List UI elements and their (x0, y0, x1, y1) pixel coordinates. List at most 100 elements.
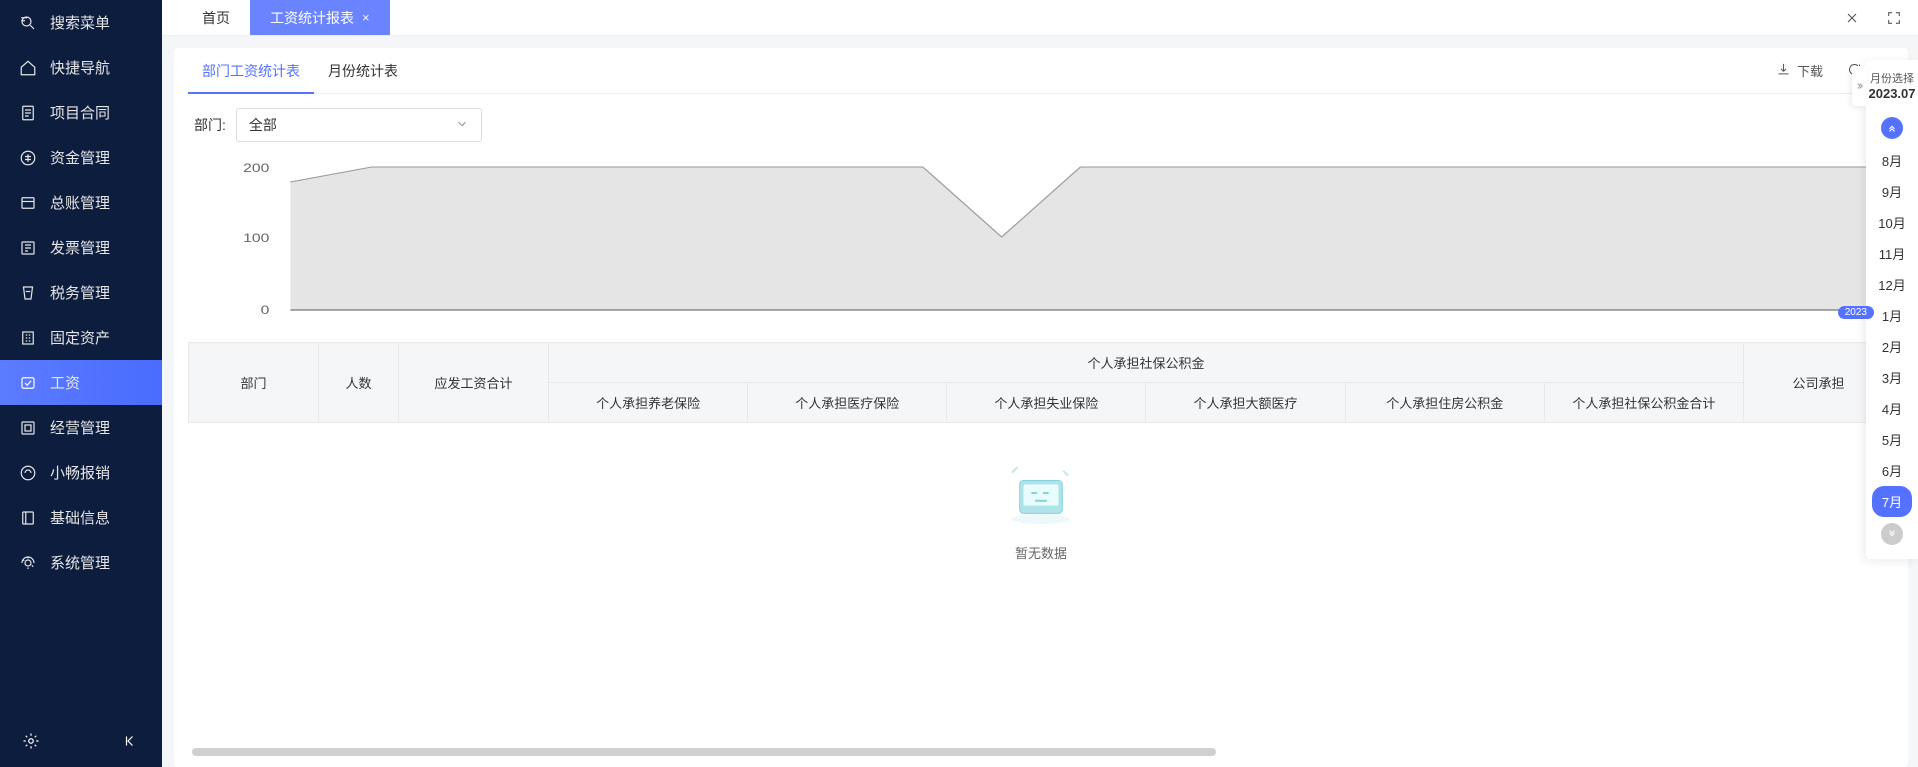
money-icon (16, 149, 40, 167)
download-button[interactable]: 下载 (1776, 61, 1823, 80)
building-icon (16, 329, 40, 347)
sidebar-item-reimburse[interactable]: 小畅报销 (0, 450, 162, 495)
tabs-bar: 首页 工资统计报表 × (162, 0, 1918, 36)
sidebar: 搜索菜单 快捷导航 项目合同 资金管理 总账管理 发票管理 税务管理 固定资产 (0, 0, 162, 767)
month-selector-panel: 月份选择 2023.07 8月9月10月11月12月1月20232月3月4月5月… (1866, 60, 1918, 559)
sidebar-item-salary[interactable]: 工资 (0, 360, 162, 405)
col-count: 人数 (319, 343, 399, 423)
col-pension: 个人承担养老保险 (549, 383, 748, 423)
fullscreen-button[interactable] (1878, 4, 1910, 32)
dept-filter-label: 部门: (194, 115, 226, 135)
month-item[interactable]: 8月 (1866, 145, 1918, 176)
ytick-0: 0 (261, 303, 270, 317)
salary-icon (16, 374, 40, 392)
window-controls (1836, 0, 1918, 36)
close-all-tabs-button[interactable] (1836, 4, 1868, 32)
dept-select[interactable]: 全部 (236, 108, 482, 142)
empty-text: 暂无数据 (188, 543, 1894, 562)
month-next-page-button[interactable] (1881, 523, 1903, 545)
sidebar-item-search-menu[interactable]: 搜索菜单 (0, 0, 162, 45)
month-item[interactable]: 3月 (1866, 362, 1918, 393)
ytick-200: 200 (243, 161, 269, 175)
sidebar-item-label: 资金管理 (50, 147, 110, 168)
download-icon (1776, 62, 1791, 80)
salary-area-chart: 200 100 0 (188, 152, 1894, 342)
invoice-icon (16, 239, 40, 257)
empty-illustration-icon (1002, 463, 1080, 525)
basic-icon (16, 509, 40, 527)
month-item[interactable]: 11月 (1866, 238, 1918, 269)
month-item[interactable]: 4月 (1866, 393, 1918, 424)
reimburse-icon (16, 464, 40, 482)
col-group-personal: 个人承担社保公积金 (549, 343, 1744, 383)
month-item[interactable]: 9月 (1866, 176, 1918, 207)
tab-label: 首页 (202, 8, 230, 28)
tab-salary-stats-report[interactable]: 工资统计报表 × (250, 0, 390, 35)
sidebar-item-label: 快捷导航 (50, 57, 110, 78)
sidebar-item-general-ledger[interactable]: 总账管理 (0, 180, 162, 225)
sidebar-item-system-mgmt[interactable]: 系统管理 (0, 540, 162, 585)
year-badge: 2023 (1838, 306, 1874, 319)
sidebar-item-label: 基础信息 (50, 507, 110, 528)
month-item[interactable]: 10月 (1866, 207, 1918, 238)
sidebar-item-label: 项目合同 (50, 102, 110, 123)
chevron-down-icon (455, 117, 469, 134)
home-star-icon (16, 59, 40, 77)
main: 首页 工资统计报表 × 部门工资统计表 月份统计表 下载 (162, 0, 1918, 767)
month-panel-title: 月份选择 (1866, 66, 1918, 86)
subtabs-row: 部门工资统计表 月份统计表 下载 刷新 (188, 48, 1894, 94)
close-icon[interactable]: × (362, 10, 370, 25)
sidebar-item-fixed-assets[interactable]: 固定资产 (0, 315, 162, 360)
sidebar-item-business-mgmt[interactable]: 经营管理 (0, 405, 162, 450)
sidebar-item-label: 总账管理 (50, 192, 110, 213)
sidebar-item-quick-nav[interactable]: 快捷导航 (0, 45, 162, 90)
tab-label: 工资统计报表 (270, 8, 354, 28)
month-item[interactable]: 2月 (1866, 331, 1918, 362)
month-item[interactable]: 7月 (1872, 486, 1912, 517)
scrollbar-thumb[interactable] (192, 748, 1216, 756)
biz-icon (16, 419, 40, 437)
month-item[interactable]: 6月 (1866, 455, 1918, 486)
col-unemploy: 个人承担失业保险 (947, 383, 1146, 423)
sidebar-item-invoice-mgmt[interactable]: 发票管理 (0, 225, 162, 270)
month-prev-page-button[interactable] (1881, 117, 1903, 139)
sidebar-item-label: 固定资产 (50, 327, 110, 348)
table-zone: 部门 人数 应发工资合计 个人承担社保公积金 公司承担 个人承担养老保险 个人承… (188, 342, 1894, 747)
subtab-dept-salary-stats[interactable]: 部门工资统计表 (188, 48, 314, 94)
subtab-monthly-stats[interactable]: 月份统计表 (314, 48, 412, 94)
search-list-icon (16, 14, 40, 32)
col-housing: 个人承担住房公积金 (1345, 383, 1544, 423)
content-wrap: 部门工资统计表 月份统计表 下载 刷新 部门: 全部 (162, 36, 1918, 767)
month-item[interactable]: 5月 (1866, 424, 1918, 455)
month-item[interactable]: 1月2023 (1866, 300, 1918, 331)
ledger-icon (16, 194, 40, 212)
system-icon (16, 554, 40, 572)
col-medical: 个人承担医疗保险 (748, 383, 947, 423)
ytick-100: 100 (243, 231, 269, 245)
settings-icon[interactable] (22, 732, 40, 753)
collapse-month-panel-button[interactable] (1852, 66, 1866, 106)
tax-icon (16, 284, 40, 302)
col-large-medical: 个人承担大额医疗 (1146, 383, 1345, 423)
sidebar-item-tax-mgmt[interactable]: 税务管理 (0, 270, 162, 315)
select-value: 全部 (249, 115, 277, 135)
col-dept: 部门 (189, 343, 319, 423)
sidebar-item-label: 税务管理 (50, 282, 110, 303)
col-personal-total: 个人承担社保公积金合计 (1544, 383, 1743, 423)
horizontal-scrollbar[interactable] (188, 747, 1894, 757)
month-item[interactable]: 12月 (1866, 269, 1918, 300)
sidebar-item-project-contract[interactable]: 项目合同 (0, 90, 162, 135)
sidebar-item-label: 工资 (50, 372, 80, 393)
sidebar-item-label: 经营管理 (50, 417, 110, 438)
salary-table: 部门 人数 应发工资合计 个人承担社保公积金 公司承担 个人承担养老保险 个人承… (188, 342, 1894, 423)
filter-row: 部门: 全部 (188, 94, 1894, 152)
sidebar-item-label: 系统管理 (50, 552, 110, 573)
sidebar-item-basic-info[interactable]: 基础信息 (0, 495, 162, 540)
content-card: 部门工资统计表 月份统计表 下载 刷新 部门: 全部 (174, 48, 1908, 767)
collapse-sidebar-icon[interactable] (122, 732, 140, 753)
area-fill (290, 167, 1881, 310)
tab-home[interactable]: 首页 (182, 0, 250, 35)
sidebar-item-fund-mgmt[interactable]: 资金管理 (0, 135, 162, 180)
sidebar-item-label: 搜索菜单 (50, 12, 110, 33)
doc-icon (16, 104, 40, 122)
